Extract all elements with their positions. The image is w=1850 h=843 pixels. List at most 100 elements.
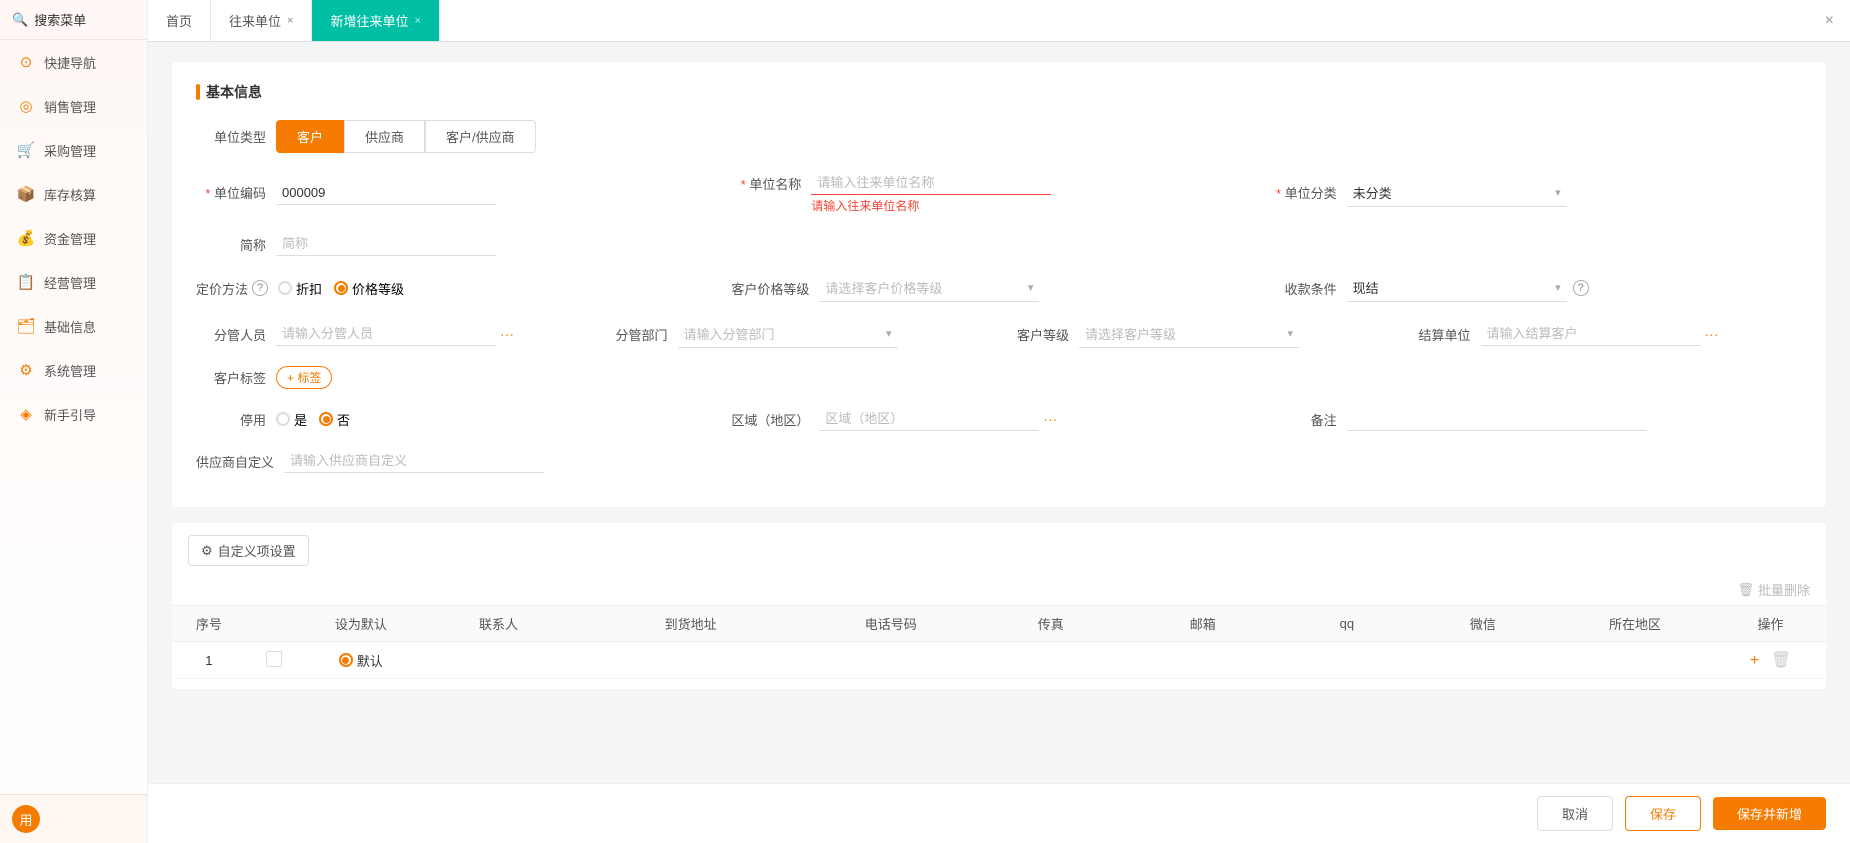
row-email-input[interactable] xyxy=(1163,653,1243,668)
code-name-category-row: 单位编码 单位名称 请输入往来单位名称 单位分类 未分类 ▾ xyxy=(196,171,1802,214)
manager-label: 分管人员 xyxy=(196,325,276,344)
row-checkbox[interactable] xyxy=(266,651,282,667)
disabled-no[interactable]: 否 xyxy=(319,410,350,429)
row-fax-input[interactable] xyxy=(1016,653,1086,668)
sidebar-item-quick-nav[interactable]: ⊙ 快捷导航 xyxy=(0,40,147,84)
row-address[interactable] xyxy=(579,642,803,679)
row-checkbox-cell[interactable] xyxy=(246,642,304,679)
manager-input[interactable] xyxy=(276,322,496,346)
batch-delete-btn[interactable]: 🗑 批量删除 xyxy=(1737,580,1810,599)
pricing-level[interactable]: 价格等级 xyxy=(334,279,404,298)
disabled-no-dot xyxy=(323,416,330,423)
disabled-no-label: 否 xyxy=(337,410,350,429)
row-location-input[interactable] xyxy=(1595,653,1675,668)
add-tag-btn[interactable]: + 标签 xyxy=(276,366,332,389)
department-placeholder: 请输入分管部门 xyxy=(684,324,775,343)
row-location[interactable] xyxy=(1555,642,1715,679)
disabled-no-radio[interactable] xyxy=(319,412,333,426)
col-action: 操作 xyxy=(1715,606,1826,642)
tab-contacts-close[interactable]: × xyxy=(287,15,293,27)
save-button[interactable]: 保存 xyxy=(1625,796,1701,831)
disabled-yes-radio[interactable] xyxy=(276,412,290,426)
cancel-button[interactable]: 取消 xyxy=(1537,796,1613,831)
sidebar-item-sales[interactable]: ◎ 销售管理 xyxy=(0,84,147,128)
row-add-btn[interactable]: + xyxy=(1746,652,1763,670)
sidebar-search-label: 搜索菜单 xyxy=(34,10,86,29)
settlement-unit-more-btn[interactable]: ··· xyxy=(1701,326,1723,342)
manager-more-btn[interactable]: ··· xyxy=(496,326,518,342)
tab-home[interactable]: 首页 xyxy=(148,0,211,41)
region-input[interactable] xyxy=(819,407,1039,431)
unit-code-input[interactable] xyxy=(276,181,496,205)
unit-type-both[interactable]: 客户/供应商 xyxy=(425,120,536,153)
sidebar-item-finance[interactable]: 💰 资金管理 xyxy=(0,216,147,260)
unit-type-supplier[interactable]: 供应商 xyxy=(344,120,425,153)
pricing-level-radio[interactable] xyxy=(334,281,348,295)
sidebar-item-label: 快捷导航 xyxy=(44,53,96,72)
row-phone-input[interactable] xyxy=(846,653,936,668)
customer-price-level-select[interactable]: 请选择客户价格等级 ▾ xyxy=(819,274,1039,302)
unit-category-field: 单位分类 未分类 ▾ xyxy=(1267,179,1802,207)
unit-category-select[interactable]: 未分类 ▾ xyxy=(1347,179,1567,207)
department-select[interactable]: 请输入分管部门 ▾ xyxy=(678,320,898,348)
settlement-unit-input[interactable] xyxy=(1481,322,1701,346)
department-chevron: ▾ xyxy=(886,327,892,340)
row-wechat[interactable] xyxy=(1411,642,1555,679)
row-email[interactable] xyxy=(1123,642,1283,679)
col-fax: 传真 xyxy=(979,606,1123,642)
tab-new-contact[interactable]: 新增往来单位 × xyxy=(312,0,439,41)
row-qq[interactable] xyxy=(1283,642,1411,679)
row-wechat-input[interactable] xyxy=(1448,653,1518,668)
row-contact-input[interactable] xyxy=(459,653,539,668)
row-contact[interactable] xyxy=(419,642,579,679)
custom-settings-btn[interactable]: ⚙ 自定义项设置 xyxy=(188,535,309,566)
disabled-field: 停用 是 否 xyxy=(196,410,731,429)
unit-type-customer[interactable]: 客户 xyxy=(276,120,344,153)
sidebar-bottom[interactable]: 用 xyxy=(0,794,147,843)
row-action-cell: + 🗑 xyxy=(1715,642,1826,679)
sidebar-item-purchase[interactable]: 🛒 采购管理 xyxy=(0,128,147,172)
section-title: 基本信息 xyxy=(196,82,1802,102)
page-content: 基本信息 单位类型 客户 供应商 客户/供应商 单位编码 xyxy=(148,42,1850,783)
abbreviation-input[interactable] xyxy=(276,232,496,256)
pricing-discount[interactable]: 折扣 xyxy=(278,279,322,298)
sidebar-item-inventory[interactable]: 📦 库存核算 xyxy=(0,172,147,216)
supplier-custom-row: 供应商自定义 xyxy=(196,449,1802,473)
tab-bar-close-all[interactable]: × xyxy=(1809,12,1850,30)
payment-terms-select[interactable]: 现结 ▾ xyxy=(1347,274,1567,302)
pricing-method-label: 定价方法 ? xyxy=(196,279,278,298)
sidebar-search[interactable]: 🔍 搜索菜单 xyxy=(0,0,147,40)
batch-delete-label: 批量删除 xyxy=(1758,580,1810,599)
unit-name-input[interactable] xyxy=(811,171,1051,195)
row-default-radio-circle[interactable] xyxy=(339,653,353,667)
region-more-btn[interactable]: ··· xyxy=(1039,411,1061,427)
sidebar-item-newbie[interactable]: ◈ 新手引导 xyxy=(0,392,147,436)
row-fax[interactable] xyxy=(979,642,1123,679)
sidebar-item-operations[interactable]: 📋 经营管理 xyxy=(0,260,147,304)
col-email: 邮箱 xyxy=(1123,606,1283,642)
sidebar-item-sys-mgmt[interactable]: ⚙ 系统管理 xyxy=(0,348,147,392)
sidebar-item-basic-info[interactable]: 🗂 基础信息 xyxy=(0,304,147,348)
row-phone[interactable] xyxy=(803,642,979,679)
remark-input[interactable] xyxy=(1347,407,1647,431)
row-default-radio[interactable]: 默认 xyxy=(313,651,408,670)
row-delete-btn[interactable]: 🗑 xyxy=(1767,650,1795,670)
customer-level-select[interactable]: 请选择客户等级 ▾ xyxy=(1079,320,1299,348)
pricing-help-icon[interactable]: ? xyxy=(252,280,268,296)
save-add-button[interactable]: 保存并新增 xyxy=(1713,797,1826,830)
tab-contacts[interactable]: 往来单位 × xyxy=(211,0,312,41)
payment-terms-help-icon[interactable]: ? xyxy=(1573,280,1589,296)
col-phone: 电话号码 xyxy=(803,606,979,642)
row-seq: 1 xyxy=(172,642,246,679)
tab-new-contact-close[interactable]: × xyxy=(414,15,420,27)
customer-price-level-chevron: ▾ xyxy=(1028,281,1034,294)
pricing-discount-radio[interactable] xyxy=(278,281,292,295)
supplier-custom-field: 供应商自定义 xyxy=(196,449,1802,473)
remark-label: 备注 xyxy=(1267,410,1347,429)
manager-row: 分管人员 ··· 分管部门 请输入分管部门 ▾ 客户等级 请选择客户等级 ▾ xyxy=(196,320,1802,348)
row-qq-input[interactable] xyxy=(1317,653,1377,668)
pricing-level-dot xyxy=(338,285,345,292)
supplier-custom-input[interactable] xyxy=(284,449,544,473)
row-address-input[interactable] xyxy=(631,653,751,668)
disabled-yes[interactable]: 是 xyxy=(276,410,307,429)
